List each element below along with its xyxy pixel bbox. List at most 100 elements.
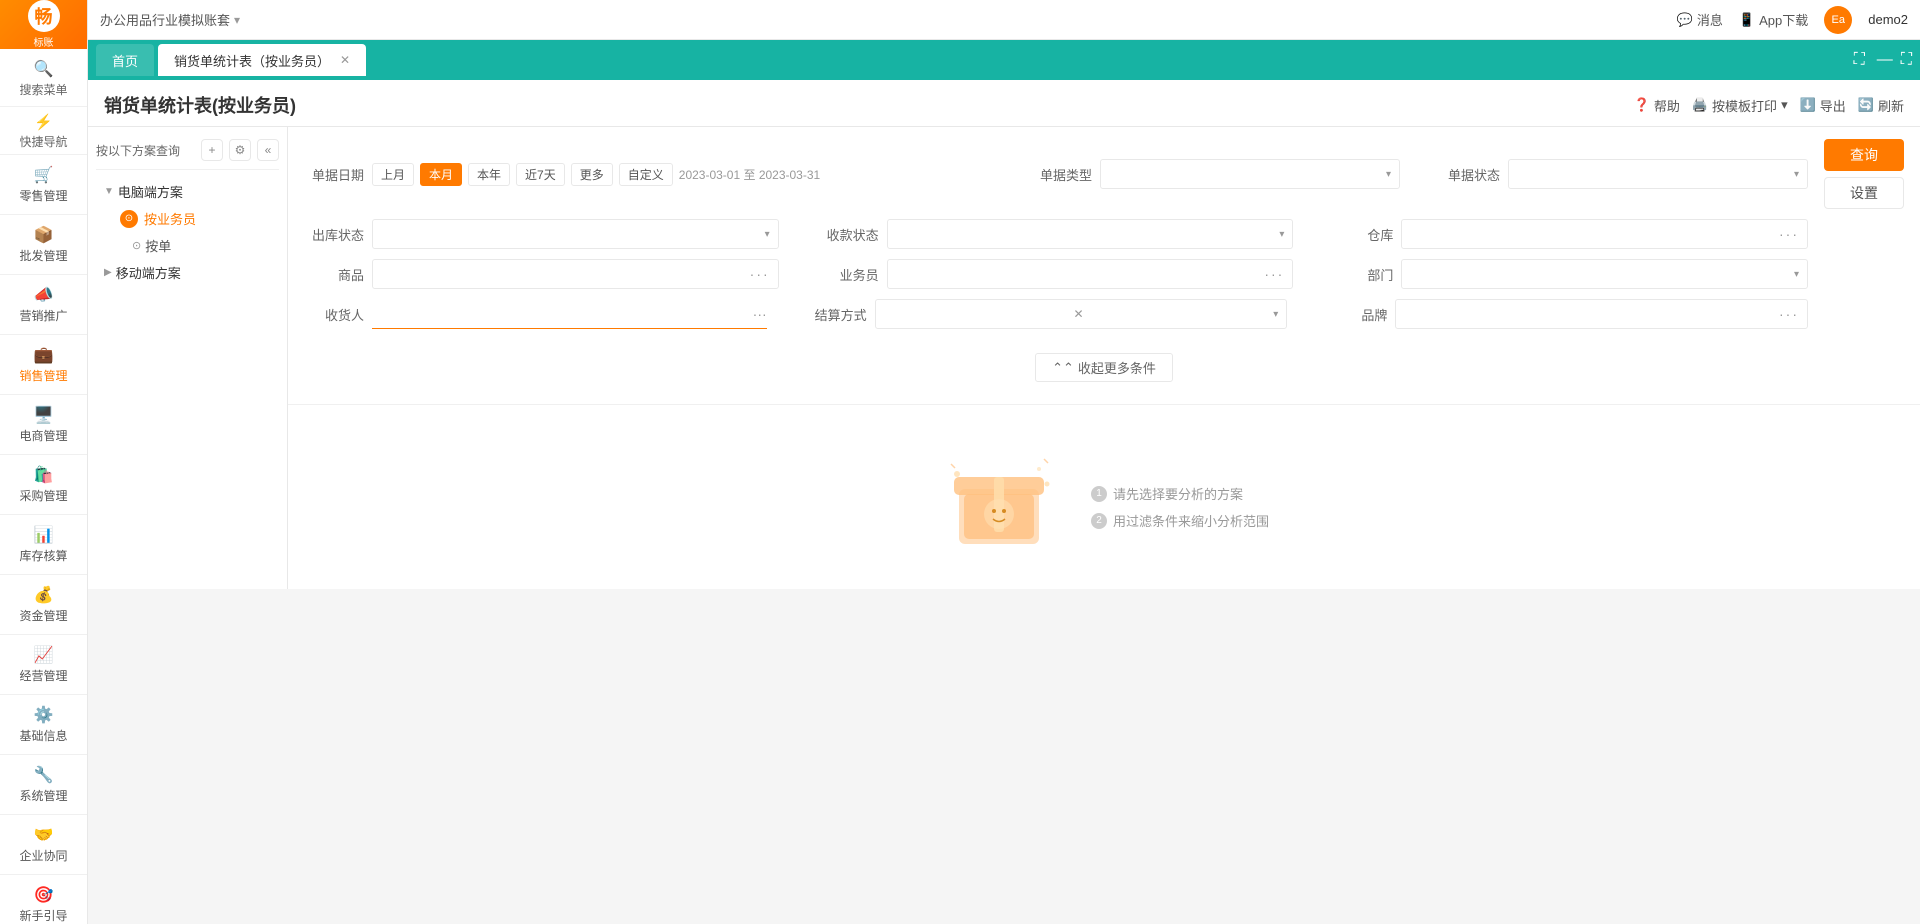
sidebar-item-search[interactable]: 🔍 搜索菜单 [0, 49, 87, 107]
goods-more-icon: ··· [750, 266, 770, 282]
logo-text: 标账 [34, 34, 54, 49]
left-panel-title: 按以下方案查询 [96, 142, 195, 159]
salesperson-scheme-icon: ⊙ [120, 210, 138, 228]
empty-illustration [939, 449, 1059, 549]
export-button[interactable]: ⬇️ 导出 [1800, 96, 1846, 115]
sidebar-item-retail[interactable]: 🛒 零售管理 [0, 155, 87, 215]
marketing-icon: 📣 [34, 285, 54, 305]
tree-by-salesperson[interactable]: ⊙ 按业务员 [96, 205, 279, 232]
tab-home[interactable]: 首页 [96, 44, 154, 76]
settings-scheme-button[interactable]: ⚙ [229, 139, 251, 161]
ship-status-select[interactable]: ▾ [372, 219, 779, 249]
warehouse-select[interactable]: ··· [1401, 219, 1808, 249]
sidebar-item-operation[interactable]: 📈 经营管理 [0, 635, 87, 695]
collapse-button[interactable]: ⌃⌃ 收起更多条件 [1035, 353, 1173, 382]
date-btn-custom[interactable]: 自定义 [619, 163, 673, 186]
export-icon: ⬇️ [1800, 97, 1816, 113]
sidebar-item-ecommerce[interactable]: 🖥️ 电商管理 [0, 395, 87, 455]
tab-expand-icon[interactable]: ⛶ [1854, 51, 1865, 69]
refresh-button[interactable]: 🔄 刷新 [1858, 96, 1904, 115]
tab-close-icon[interactable]: ✕ [340, 53, 350, 67]
order-status-select[interactable]: ▾ [1508, 159, 1808, 189]
goods-label: 商品 [304, 265, 364, 284]
tree-pc-scheme[interactable]: ▼ 电脑端方案 [96, 178, 279, 205]
settings-button[interactable]: 设置 [1824, 177, 1904, 209]
home-tab-label: 首页 [112, 51, 138, 70]
salesperson-label: 业务员 [819, 265, 879, 284]
date-btn-thismonth[interactable]: 本月 [420, 163, 462, 186]
order-status-dropdown-icon: ▾ [1794, 169, 1799, 180]
left-panel-icons: + ⚙ « [201, 139, 279, 161]
order-type-label: 单据类型 [1032, 165, 1092, 184]
print-dropdown-icon[interactable]: ▾ [1781, 97, 1788, 113]
sidebar-item-marketing[interactable]: 📣 营销推广 [0, 275, 87, 335]
ecommerce-icon: 🖥️ [34, 405, 54, 425]
maximize-icon[interactable]: ⛶ [1901, 51, 1912, 69]
app-download-label: App下载 [1759, 10, 1808, 29]
step-2-number: 2 [1091, 513, 1107, 529]
avatar: Ea [1824, 6, 1852, 34]
tree-mobile-label: 移动端方案 [116, 263, 181, 282]
sidebar-item-inventory[interactable]: 📊 库存核算 [0, 515, 87, 575]
date-btn-thisyear[interactable]: 本年 [468, 163, 510, 186]
report-tab-label: 销货单统计表（按业务员） [174, 51, 330, 70]
ship-status-dropdown-icon: ▾ [765, 229, 770, 240]
filter-row-2: 出库状态 ▾ 收款状态 ▾ 仓库 [304, 219, 1904, 249]
app-download-button[interactable]: 📱 App下载 [1739, 10, 1808, 29]
date-btn-more[interactable]: 更多 [571, 163, 613, 186]
inventory-icon: 📊 [34, 525, 54, 545]
sidebar-item-purchase[interactable]: 🛍️ 采购管理 [0, 455, 87, 515]
help-button[interactable]: ❓ 帮助 [1634, 96, 1680, 115]
sidebar-item-newguide[interactable]: 🎯 新手引导 [0, 875, 87, 924]
order-scheme-icon: ⊙ [132, 239, 141, 252]
app-icon: 📱 [1739, 12, 1755, 28]
window-controls: — ⛶ [1877, 51, 1912, 69]
brand-select[interactable]: ··· [1395, 299, 1808, 329]
brand-label: 品牌 [1327, 305, 1387, 324]
goods-select[interactable]: ··· [372, 259, 779, 289]
tree-by-order[interactable]: ⊙ 按单 [96, 232, 279, 259]
empty-step-2: 2 用过滤条件来缩小分析范围 [1091, 511, 1269, 530]
tab-report[interactable]: 销货单统计表（按业务员） ✕ [158, 44, 366, 76]
sidebar-item-wholesale[interactable]: 📦 批发管理 [0, 215, 87, 275]
query-button[interactable]: 查询 [1824, 139, 1904, 171]
dept-select[interactable]: ▾ [1401, 259, 1808, 289]
sidebar-item-basic[interactable]: ⚙️ 基础信息 [0, 695, 87, 755]
sidebar-item-sales[interactable]: 💼 销售管理 [0, 335, 87, 395]
purchase-icon: 🛍️ [34, 465, 54, 485]
help-icon: ❓ [1634, 97, 1650, 113]
sidebar: 畅 标账 🔍 搜索菜单 ⚡ 快捷导航 🛒 零售管理 📦 批发管理 📣 营销推广 … [0, 0, 88, 924]
order-type-select[interactable]: ▾ [1100, 159, 1400, 189]
empty-step-1: 1 请先选择要分析的方案 [1091, 484, 1269, 503]
sidebar-quicknav-label: 快捷导航 [19, 133, 67, 150]
refresh-icon: 🔄 [1858, 97, 1874, 113]
add-scheme-button[interactable]: + [201, 139, 223, 161]
sidebar-item-finance[interactable]: 💰 资金管理 [0, 575, 87, 635]
search-icon: 🔍 [34, 59, 54, 79]
sidebar-item-system[interactable]: 🔧 系统管理 [0, 755, 87, 815]
message-button[interactable]: 💬 消息 [1677, 10, 1723, 29]
right-area: 单据日期 上月 本月 本年 近7天 更多 自定义 2023-03-01 至 20… [288, 127, 1920, 589]
export-label: 导出 [1820, 96, 1846, 115]
sidebar-item-quicknav[interactable]: ⚡ 快捷导航 [0, 107, 87, 155]
date-btn-7days[interactable]: 近7天 [516, 163, 565, 186]
tree-order-label: 按单 [145, 236, 171, 255]
minimize-icon[interactable]: — [1877, 51, 1893, 69]
pay-status-select[interactable]: ▾ [887, 219, 1294, 249]
settle-select[interactable]: ✕ ▾ [875, 299, 1288, 329]
empty-text: 1 请先选择要分析的方案 2 用过滤条件来缩小分析范围 [1091, 484, 1269, 530]
settle-clear-icon[interactable]: ✕ [1073, 307, 1083, 321]
system-icon: 🔧 [34, 765, 54, 785]
sidebar-item-cooperation[interactable]: 🤝 企业协同 [0, 815, 87, 875]
username-label[interactable]: demo2 [1868, 12, 1908, 27]
collapse-panel-button[interactable]: « [257, 139, 279, 161]
tree-mobile-scheme[interactable]: ▶ 移动端方案 [96, 259, 279, 286]
topbar-dropdown-icon[interactable]: ▾ [234, 13, 240, 27]
logo[interactable]: 畅 标账 [0, 0, 88, 49]
salesperson-select[interactable]: ··· [887, 259, 1294, 289]
receiver-input[interactable] [372, 299, 753, 329]
date-btn-lastmonth[interactable]: 上月 [372, 163, 414, 186]
step-1-number: 1 [1091, 486, 1107, 502]
tree-salesperson-label: 按业务员 [144, 209, 196, 228]
print-button[interactable]: 🖨️ 按模板打印 ▾ [1692, 96, 1788, 115]
